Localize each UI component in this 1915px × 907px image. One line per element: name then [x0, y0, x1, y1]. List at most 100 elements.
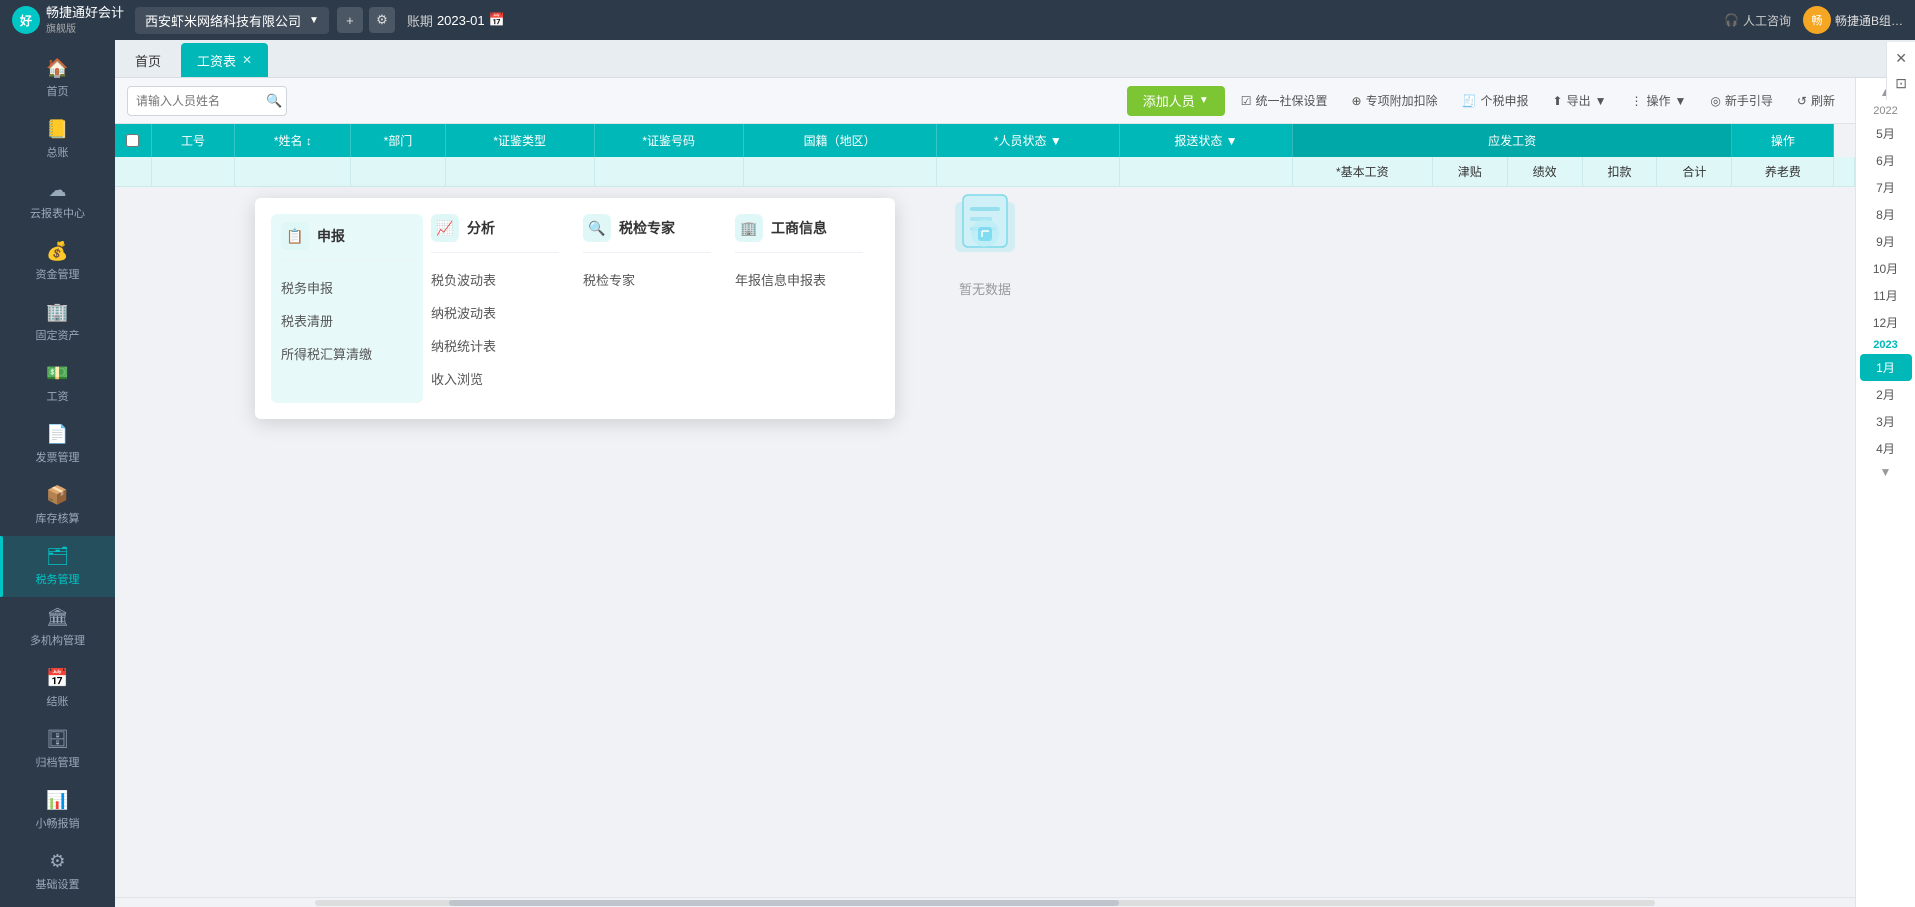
analysis-label: 分析	[467, 218, 495, 238]
menu-item-tax-check-expert[interactable]: 税检专家	[583, 263, 711, 296]
export-btn[interactable]: ⬆ 导出 ▼	[1545, 86, 1615, 116]
search-wrap[interactable]: 🔍	[127, 86, 287, 116]
sidebar-item-home[interactable]: 🏠 首页	[0, 48, 115, 109]
tax-icon: 🗂	[46, 546, 69, 567]
fund-icon: 💰	[46, 241, 68, 262]
sidebar-item-archive[interactable]: 🗄 归档管理	[0, 719, 115, 780]
tab-wage-label: 工资表	[197, 51, 236, 70]
tab-close-icon[interactable]: ✕	[242, 53, 252, 67]
sidebar-label-wage: 工资	[47, 388, 69, 404]
logo: 好 畅捷通好会计 旗舰版	[12, 5, 127, 36]
cal-month-7[interactable]: 7月	[1860, 174, 1912, 201]
tab-home[interactable]: 首页	[119, 43, 177, 77]
cal-month-3[interactable]: 3月	[1860, 408, 1912, 435]
select-all-checkbox[interactable]	[126, 134, 139, 147]
sidebar-label-home: 首页	[47, 83, 69, 99]
cal-nav-down[interactable]: ▼	[1876, 462, 1896, 482]
add-person-dropdown-arrow: ▼	[1199, 95, 1209, 106]
calendar-icon[interactable]: 📅	[489, 12, 505, 28]
cal-month-8[interactable]: 8月	[1860, 201, 1912, 228]
human-service-label: 人工咨询	[1743, 12, 1791, 29]
sidebar-item-ledger[interactable]: 📒 总账	[0, 109, 115, 170]
sidebar-item-fund[interactable]: 💰 资金管理	[0, 231, 115, 292]
cal-month-10[interactable]: 10月	[1860, 255, 1912, 282]
social-security-btn[interactable]: ☑ 统一社保设置	[1233, 86, 1336, 116]
horizontal-scrollbar[interactable]	[115, 897, 1855, 907]
new-guide-btn[interactable]: ◎ 新手引导	[1702, 86, 1781, 116]
th-wage-group: 应发工资	[1292, 124, 1731, 157]
analysis-icon: 📈	[431, 214, 459, 242]
tax-expert-icon: 🔍	[583, 214, 611, 242]
th-operate: 操作	[1732, 124, 1834, 157]
sidebar-item-asset[interactable]: 🏢 固定资产	[0, 292, 115, 353]
period-label: 账期	[407, 11, 433, 30]
company-selector[interactable]: 西安虾米网络科技有限公司 ▼	[135, 7, 329, 34]
sidebar-item-report[interactable]: 📊 小畅报销	[0, 780, 115, 841]
topbar-actions: + ⚙	[337, 7, 395, 33]
dropdown-section-tax-expert: 🔍 税检专家 税检专家	[575, 214, 727, 403]
refresh-btn[interactable]: ↺ 刷新	[1789, 86, 1843, 116]
add-btn[interactable]: +	[337, 7, 363, 33]
tax-expert-header: 🔍 税检专家	[583, 214, 711, 253]
cal-month-5[interactable]: 5月	[1860, 120, 1912, 147]
avatar: 畅	[1803, 6, 1831, 34]
home-icon: 🏠	[46, 58, 68, 79]
export-icon: ⬆	[1553, 94, 1563, 108]
search-input[interactable]	[136, 94, 266, 108]
cal-month-9[interactable]: 9月	[1860, 228, 1912, 255]
social-security-icon: ☑	[1241, 94, 1252, 108]
menu-item-income-tax-calc[interactable]: 所得税汇算清缴	[281, 337, 413, 370]
ledger-icon: 📒	[46, 119, 68, 140]
cal-month-4[interactable]: 4月	[1860, 435, 1912, 462]
special-deduction-btn[interactable]: ⊕ 专项附加扣除	[1344, 86, 1446, 116]
cal-month-2[interactable]: 2月	[1860, 381, 1912, 408]
sidebar-item-tax[interactable]: 🗂 税务管理	[0, 536, 115, 597]
human-service-btn[interactable]: 🎧 人工咨询	[1724, 12, 1791, 29]
close-period-icon: 📅	[46, 668, 68, 689]
sidebar-item-close[interactable]: 📅 结账	[0, 658, 115, 719]
expand-right-panel-btn[interactable]: ⊡	[1891, 71, 1911, 96]
sidebar-label-tax: 税务管理	[36, 571, 80, 587]
close-right-panel-btn[interactable]: ✕	[1891, 46, 1911, 71]
business-label: 工商信息	[771, 218, 827, 238]
personal-tax-btn[interactable]: 🧾 个税申报	[1454, 86, 1537, 116]
th-name: *姓名 ↕	[235, 124, 351, 157]
cal-month-6[interactable]: 6月	[1860, 147, 1912, 174]
sidebar-item-inventory[interactable]: 📦 库存核算	[0, 475, 115, 536]
cal-month-1[interactable]: 1月	[1860, 354, 1912, 381]
sidebar-item-cloud[interactable]: ☁ 云报表中心	[0, 170, 115, 231]
sidebar-item-multi[interactable]: 🏛 多机构管理	[0, 597, 115, 658]
sidebar-item-invoice[interactable]: 📄 发票管理	[0, 414, 115, 475]
scrollbar-thumb[interactable]	[449, 900, 1119, 906]
cal-year-label-2023: 2023	[1873, 336, 1897, 354]
tab-wage-table[interactable]: 工资表 ✕	[181, 43, 268, 77]
th-dept: *部门	[351, 124, 446, 157]
menu-item-tax-table-cleanup[interactable]: 税表清册	[281, 304, 413, 337]
user-info[interactable]: 畅 畅捷通B组…	[1803, 6, 1903, 34]
tab-home-label: 首页	[135, 51, 161, 70]
sidebar-item-guide[interactable]: 🧭 新手引导	[0, 902, 115, 907]
asset-icon: 🏢	[46, 302, 68, 323]
inventory-icon: 📦	[46, 485, 68, 506]
scrollbar-track[interactable]	[315, 900, 1655, 906]
sidebar-item-basic[interactable]: ⚙ 基础设置	[0, 841, 115, 902]
sidebar-label-cloud: 云报表中心	[30, 205, 85, 221]
settings-btn[interactable]: ⚙	[369, 7, 395, 33]
cal-month-11[interactable]: 11月	[1860, 282, 1912, 309]
menu-item-annual-report[interactable]: 年报信息申报表	[735, 263, 863, 296]
menu-item-tax-declaration[interactable]: 税务申报	[281, 271, 413, 304]
menu-item-income-browse[interactable]: 收入浏览	[431, 362, 559, 395]
menu-item-tax-stat[interactable]: 纳税统计表	[431, 329, 559, 362]
headset-icon: 🎧	[1724, 13, 1739, 27]
th-domicile: 国籍（地区）	[743, 124, 936, 157]
menu-item-tax-burden[interactable]: 税负波动表	[431, 263, 559, 296]
inner-content: 🔍 添加人员 ▼ ☑ 统一社保设置 ⊕ 专项附加扣除	[115, 78, 1855, 907]
menu-item-tax-payment[interactable]: 纳税波动表	[431, 296, 559, 329]
operate-btn[interactable]: ⋮ 操作 ▼	[1623, 86, 1695, 116]
sidebar-item-wage[interactable]: 💵 工资	[0, 353, 115, 414]
business-header: 🏢 工商信息	[735, 214, 863, 253]
sidebar-label-archive: 归档管理	[36, 754, 80, 770]
cal-month-12[interactable]: 12月	[1860, 309, 1912, 336]
th-person-status: *人员状态 ▼	[936, 124, 1120, 157]
add-person-button[interactable]: 添加人员 ▼	[1127, 86, 1225, 116]
